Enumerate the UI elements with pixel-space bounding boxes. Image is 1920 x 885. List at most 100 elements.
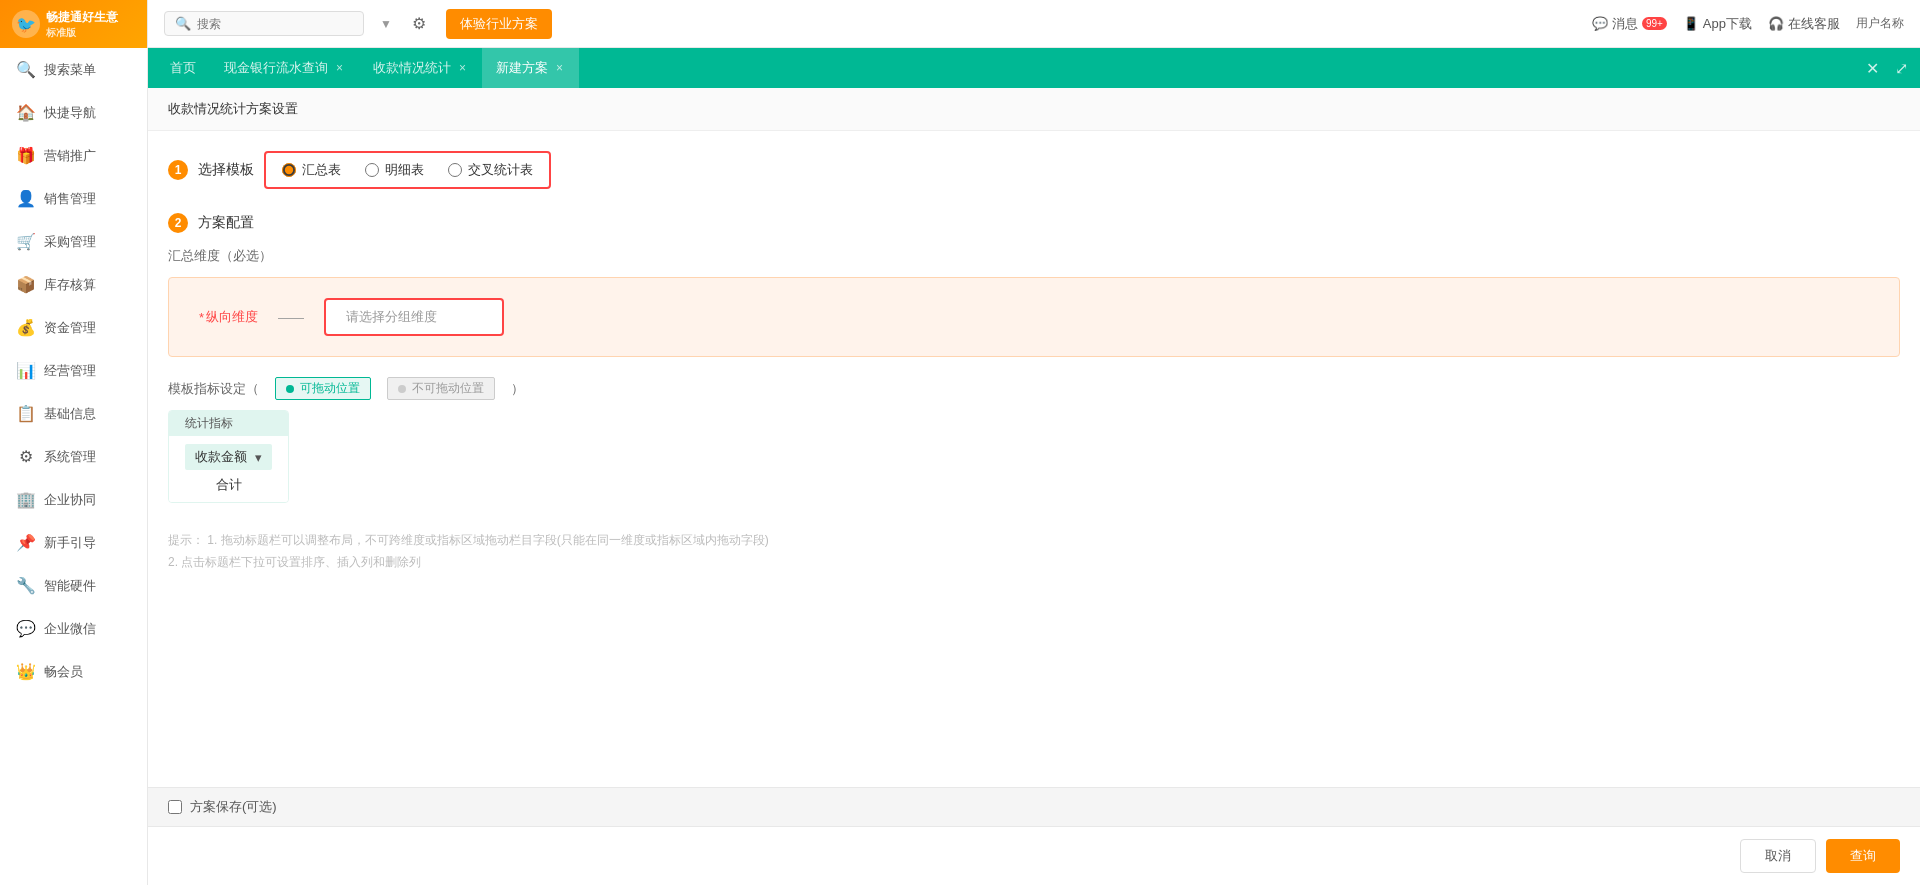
settings-icon[interactable]: ⚙: [408, 10, 430, 37]
sidebar-item-corp-wechat[interactable]: 💬 企业微信: [0, 607, 147, 650]
bottom-bar: 取消 查询: [148, 826, 1920, 885]
step1-section: 1 选择模板 汇总表 明细表: [168, 151, 1900, 189]
breadcrumb-text: 收款情况统计方案设置: [168, 101, 298, 116]
search-icon: 🔍: [175, 16, 191, 31]
tab-home[interactable]: 首页: [156, 48, 210, 88]
indicator-group: 统计指标 收款金额 ▾ 合计: [168, 410, 289, 503]
dot-draggable: [286, 385, 294, 393]
badge-draggable: 可拖动位置: [275, 377, 371, 400]
tip-2: 2. 点击标题栏下拉可设置排序、插入列和删除列: [168, 552, 1900, 574]
header: 🔍 ▼ ⚙ 体验行业方案 💬 消息 99+ 📱 App下载 🎧 在线客服 用户名…: [148, 0, 1920, 48]
page-footer: 方案保存(可选): [148, 787, 1920, 826]
app-download-button[interactable]: 📱 App下载: [1683, 15, 1752, 33]
indicator-row-item: 合计: [185, 476, 272, 494]
box-icon: 📦: [16, 275, 36, 294]
tips-section: 提示： 1. 拖动标题栏可以调整布局，不可跨维度或指标区域拖动栏目字段(只能在同…: [168, 530, 1900, 573]
gear-icon: ⚙: [16, 447, 36, 466]
sidebar-item-inventory[interactable]: 📦 库存核算: [0, 263, 147, 306]
sidebar-item-sales[interactable]: 👤 销售管理: [0, 177, 147, 220]
radio-summary-input[interactable]: [282, 163, 296, 177]
tab-payment-stats-close[interactable]: ×: [457, 59, 468, 77]
radio-cross-input[interactable]: [448, 163, 462, 177]
wrench-icon: 🔧: [16, 576, 36, 595]
pin-icon: 📌: [16, 533, 36, 552]
app-icon: 📱: [1683, 16, 1699, 31]
radio-detail-label: 明细表: [385, 161, 424, 179]
sidebar-item-member[interactable]: 👑 畅会员: [0, 650, 147, 693]
step1-number: 1: [168, 160, 188, 180]
sidebar-item-quick-nav[interactable]: 🏠 快捷导航: [0, 91, 147, 134]
sidebar-item-purchase[interactable]: 🛒 采购管理: [0, 220, 147, 263]
sidebar-item-operation[interactable]: 📊 经营管理: [0, 349, 147, 392]
online-service-button[interactable]: 🎧 在线客服: [1768, 15, 1840, 33]
indicator-col-item[interactable]: 收款金额 ▾: [185, 444, 272, 470]
app-label: App下载: [1703, 15, 1752, 33]
vertical-dimension-row: 纵向维度 —— 请选择分组维度: [199, 298, 1869, 336]
tab-new-plan-label: 新建方案: [496, 59, 548, 77]
person-icon: 👤: [16, 189, 36, 208]
indicator-col-dropdown-icon: ▾: [255, 450, 262, 465]
radio-summary-label: 汇总表: [302, 161, 341, 179]
sidebar-item-corp-collab[interactable]: 🏢 企业协同: [0, 478, 147, 521]
cancel-button[interactable]: 取消: [1740, 839, 1816, 873]
sidebar-item-label: 资金管理: [44, 319, 96, 337]
sidebar-item-label: 企业微信: [44, 620, 96, 638]
dimension-area: 纵向维度 —— 请选择分组维度: [168, 277, 1900, 357]
dot-fixed: [398, 385, 406, 393]
page-body: 1 选择模板 汇总表 明细表: [148, 131, 1920, 787]
tab-bank-flow[interactable]: 现金银行流水查询 ×: [210, 48, 359, 88]
radio-cross[interactable]: 交叉统计表: [448, 161, 533, 179]
sidebar-item-newbie[interactable]: 📌 新手引导: [0, 521, 147, 564]
list-icon: 📋: [16, 404, 36, 423]
dimension-select[interactable]: 请选择分组维度: [324, 298, 504, 336]
search-input[interactable]: [197, 17, 337, 31]
badge-fixed-label: 不可拖动位置: [412, 380, 484, 397]
indicator-label-suffix: ）: [511, 380, 524, 398]
tab-bank-flow-close[interactable]: ×: [334, 59, 345, 77]
sidebar-item-label: 智能硬件: [44, 577, 96, 595]
step2-number: 2: [168, 213, 188, 233]
query-button[interactable]: 查询: [1826, 839, 1900, 873]
sidebar-item-basic-info[interactable]: 📋 基础信息: [0, 392, 147, 435]
gift-icon: 🎁: [16, 146, 36, 165]
tab-close-all-icon[interactable]: ✕: [1862, 55, 1883, 82]
message-button[interactable]: 💬 消息 99+: [1592, 15, 1667, 33]
sidebar-logo: 🐦 畅捷通好生意 标准版: [0, 0, 147, 48]
sidebar-item-marketing[interactable]: 🎁 营销推广: [0, 134, 147, 177]
header-search-box[interactable]: 🔍: [164, 11, 364, 36]
sidebar-item-system[interactable]: ⚙ 系统管理: [0, 435, 147, 478]
tab-expand-icon[interactable]: ⤢: [1891, 55, 1912, 82]
breadcrumb: 收款情况统计方案设置: [148, 88, 1920, 131]
sidebar-item-label: 经营管理: [44, 362, 96, 380]
trial-industry-button[interactable]: 体验行业方案: [446, 9, 552, 39]
indicator-row-label: 合计: [216, 477, 242, 492]
badge-draggable-label: 可拖动位置: [300, 380, 360, 397]
sidebar-item-finance[interactable]: 💰 资金管理: [0, 306, 147, 349]
sidebar-item-label: 系统管理: [44, 448, 96, 466]
chat-icon: 💬: [16, 619, 36, 638]
sidebar-item-label: 搜索菜单: [44, 61, 96, 79]
tab-payment-stats-label: 收款情况统计: [373, 59, 451, 77]
sidebar-item-smart-hw[interactable]: 🔧 智能硬件: [0, 564, 147, 607]
step2-title: 方案配置: [198, 214, 254, 232]
tab-new-plan[interactable]: 新建方案 ×: [482, 48, 579, 88]
tab-new-plan-close[interactable]: ×: [554, 59, 565, 77]
radio-detail-input[interactable]: [365, 163, 379, 177]
tab-home-label: 首页: [170, 59, 196, 77]
username-display: 用户名称: [1856, 15, 1904, 32]
service-label: 在线客服: [1788, 15, 1840, 33]
tab-payment-stats[interactable]: 收款情况统计 ×: [359, 48, 482, 88]
edition-badge: 标准版: [46, 26, 118, 40]
tip-1: 提示： 1. 拖动标题栏可以调整布局，不可跨维度或指标区域拖动栏目字段(只能在同…: [168, 530, 1900, 552]
message-badge: 99+: [1642, 17, 1667, 30]
sidebar-item-search-menu[interactable]: 🔍 搜索菜单: [0, 48, 147, 91]
indicator-header: 模板指标设定（ 可拖动位置 不可拖动位置 ）: [168, 377, 1900, 400]
cart-icon: 🛒: [16, 232, 36, 251]
logo-icon: 🐦: [12, 10, 40, 38]
step2-section: 2 方案配置 汇总维度（必选） 纵向维度 —— 请选择分组维度: [168, 213, 1900, 573]
radio-summary[interactable]: 汇总表: [282, 161, 341, 179]
page-container: 收款情况统计方案设置 1 选择模板 汇总表: [148, 88, 1920, 826]
save-plan-checkbox[interactable]: [168, 800, 182, 814]
radio-detail[interactable]: 明细表: [365, 161, 424, 179]
dropdown-chevron-icon[interactable]: ▼: [380, 17, 392, 31]
